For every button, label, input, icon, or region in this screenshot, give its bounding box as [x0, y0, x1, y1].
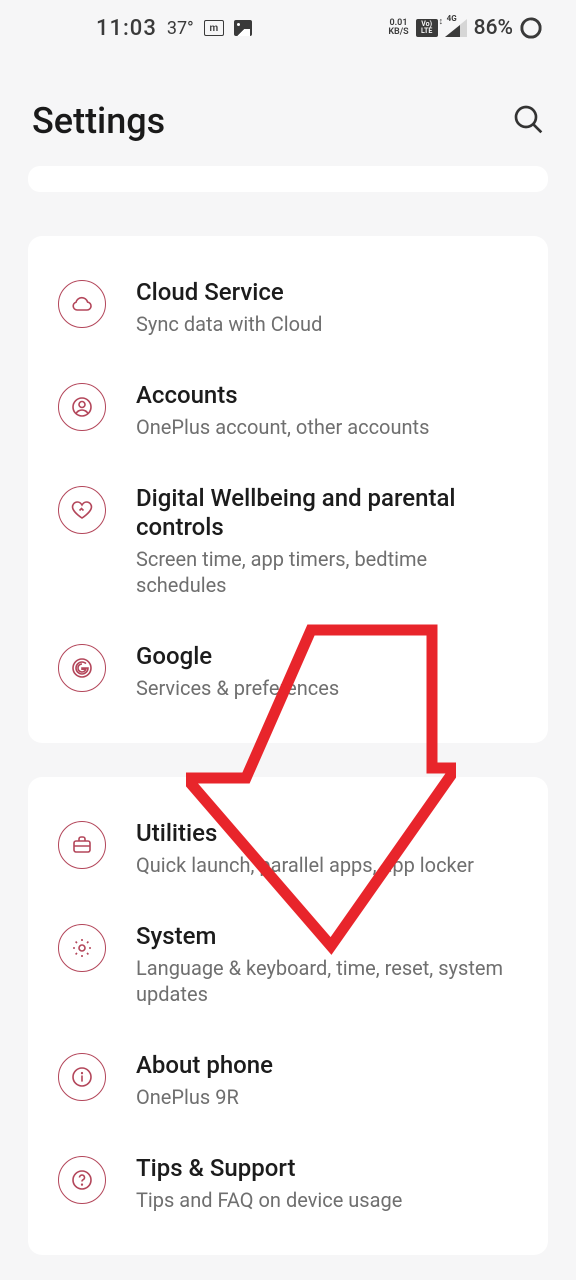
account-icon [58, 383, 106, 431]
setting-about-phone[interactable]: About phone OnePlus 9R [28, 1029, 548, 1132]
cloud-icon [58, 280, 106, 328]
volte-icon: Vo)LTE [416, 19, 438, 37]
search-button[interactable] [512, 103, 544, 139]
setting-title: Google [136, 642, 518, 671]
setting-system[interactable]: System Language & keyboard, time, reset,… [28, 900, 548, 1029]
setting-title: Accounts [136, 381, 518, 410]
gear-icon [58, 924, 106, 972]
setting-title: About phone [136, 1051, 518, 1080]
setting-title: System [136, 922, 518, 951]
setting-title: Digital Wellbeing and parental controls [136, 484, 518, 542]
setting-title: Tips & Support [136, 1154, 518, 1183]
status-time: 11:03 [96, 16, 157, 41]
network-speed-icon: 0.01KB/S [388, 19, 408, 37]
top-spacer-card [28, 166, 548, 192]
setting-subtitle: Screen time, app timers, bedtime schedul… [136, 546, 518, 598]
briefcase-icon [58, 821, 106, 869]
messages-notif-icon: m [204, 20, 224, 36]
settings-group-system: Utilities Quick launch, parallel apps, a… [28, 777, 548, 1255]
info-icon [58, 1053, 106, 1101]
setting-title: Utilities [136, 819, 518, 848]
setting-utilities[interactable]: Utilities Quick launch, parallel apps, a… [28, 797, 548, 900]
setting-subtitle: Language & keyboard, time, reset, system… [136, 955, 518, 1007]
settings-group-cloud: Cloud Service Sync data with Cloud Accou… [28, 236, 548, 743]
battery-ring-icon [520, 17, 542, 39]
setting-subtitle: Quick launch, parallel apps, app locker [136, 852, 518, 878]
google-icon [58, 644, 106, 692]
setting-google[interactable]: Google Services & preferences [28, 620, 548, 723]
setting-tips-support[interactable]: Tips & Support Tips and FAQ on device us… [28, 1132, 548, 1235]
setting-subtitle: OnePlus account, other accounts [136, 414, 518, 440]
setting-title: Cloud Service [136, 278, 518, 307]
setting-digital-wellbeing[interactable]: Digital Wellbeing and parental controls … [28, 462, 548, 620]
setting-subtitle: Services & preferences [136, 675, 518, 701]
battery-percent: 86% [474, 16, 513, 40]
heart-icon [58, 486, 106, 534]
setting-accounts[interactable]: Accounts OnePlus account, other accounts [28, 359, 548, 462]
search-icon [512, 103, 544, 135]
setting-subtitle: OnePlus 9R [136, 1084, 518, 1110]
setting-subtitle: Sync data with Cloud [136, 311, 518, 337]
page-title: Settings [32, 100, 165, 142]
status-temperature: 37° [167, 18, 194, 39]
signal-icon: ↕4G [445, 19, 467, 37]
setting-subtitle: Tips and FAQ on device usage [136, 1187, 518, 1213]
gallery-notif-icon [234, 20, 252, 36]
question-icon [58, 1156, 106, 1204]
status-bar: 11:03 37° m 0.01KB/S Vo)LTE ↕4G 86% [0, 0, 576, 56]
setting-cloud-service[interactable]: Cloud Service Sync data with Cloud [28, 256, 548, 359]
